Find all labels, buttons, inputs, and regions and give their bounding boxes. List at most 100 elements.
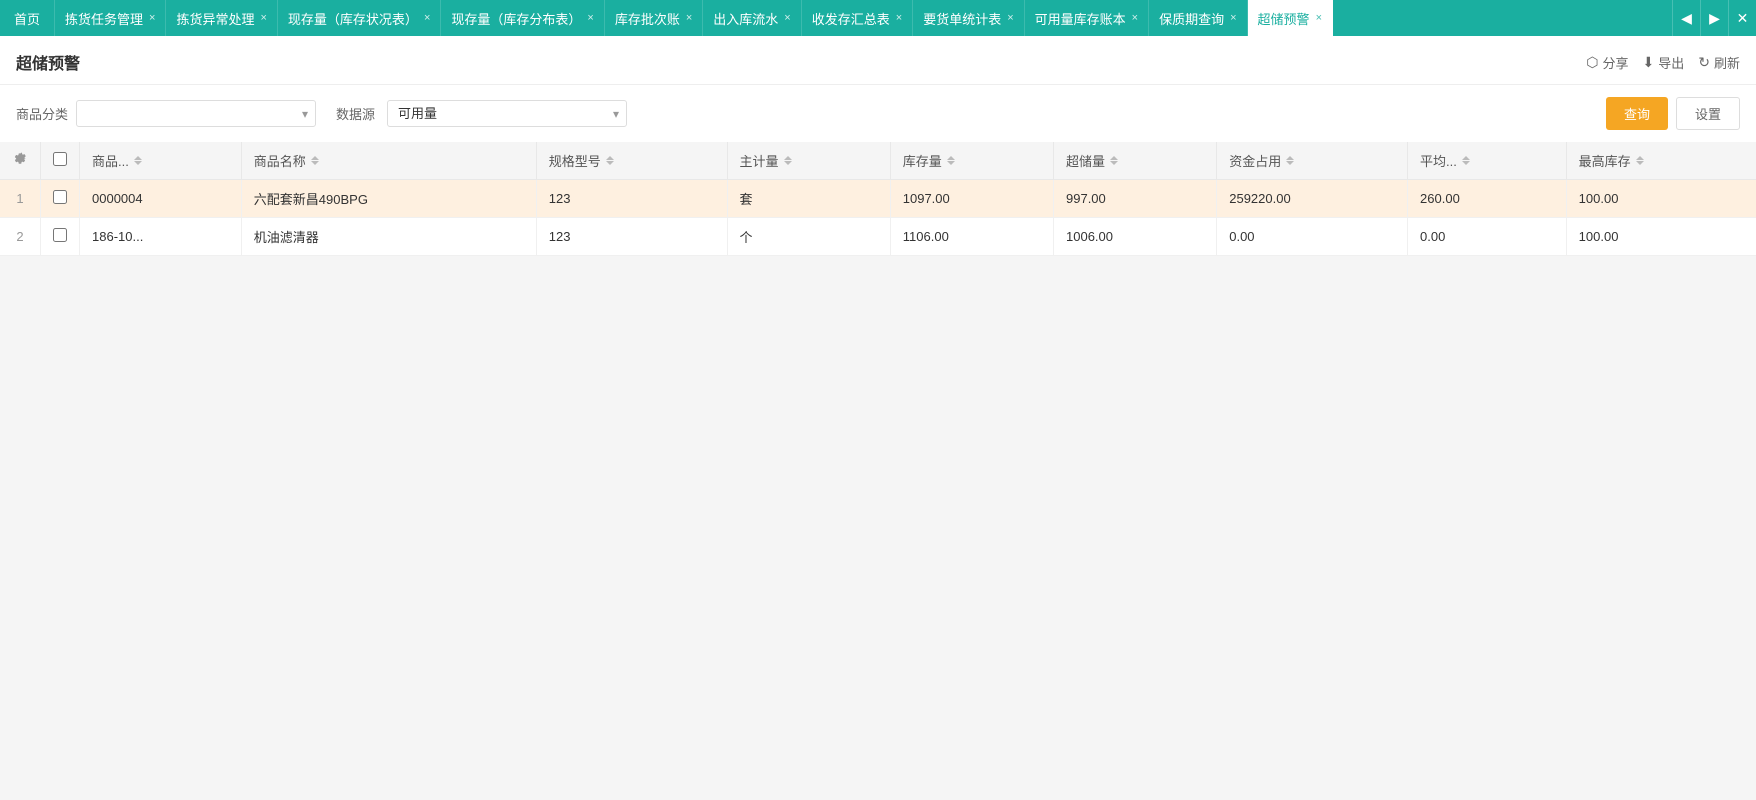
gear-column-icon[interactable] (12, 151, 28, 167)
col-unit[interactable]: 主计量 (727, 142, 890, 180)
sort-icon-code (134, 156, 142, 165)
header-actions: ⬡ 分享 ⬇ 导出 ↻ 刷新 (1586, 53, 1740, 72)
select-all-checkbox[interactable] (53, 152, 67, 166)
filter-row: 商品分类 数据源 可用量 库存量 查询 设置 (0, 85, 1756, 142)
row-capital: 0.00 (1217, 218, 1408, 256)
sort-icon-capital (1286, 156, 1294, 165)
row-num: 2 (0, 218, 41, 256)
sort-icon-stock (947, 156, 955, 165)
table-row: 2 186-10... 机油滤清器 123 个 1106.00 1006.00 … (0, 218, 1756, 256)
row-over-stock: 1006.00 (1054, 218, 1217, 256)
row-spec: 123 (536, 180, 727, 218)
row-stock: 1097.00 (890, 180, 1053, 218)
datasource-label: 数据源 (336, 104, 375, 123)
category-filter-group: 商品分类 (16, 100, 316, 127)
nav-item-stock-status[interactable]: 现存量（库存状况表） × (278, 0, 441, 36)
nav-item-batch[interactable]: 库存批次账 × (605, 0, 703, 36)
close-tab-3[interactable]: × (587, 12, 593, 24)
sort-icon-unit (784, 156, 792, 165)
row-avg: 0.00 (1408, 218, 1567, 256)
row-over-stock: 997.00 (1054, 180, 1217, 218)
row-product-code: 0000004 (80, 180, 242, 218)
col-avg[interactable]: 平均... (1408, 142, 1567, 180)
col-over-stock[interactable]: 超储量 (1054, 142, 1217, 180)
nav-item-overstock[interactable]: 超储预警 × (1248, 0, 1333, 36)
sort-icon-avg (1462, 156, 1470, 165)
nav-item-exception[interactable]: 拣货异常处理 × (166, 0, 277, 36)
close-tab-10[interactable]: × (1316, 12, 1322, 24)
datasource-filter-group: 数据源 可用量 库存量 (336, 100, 627, 127)
nav-arrows: ◀ ▶ ✕ (1672, 0, 1756, 36)
sort-icon-name (311, 156, 319, 165)
filter-actions: 查询 设置 (1606, 97, 1740, 130)
close-tab-6[interactable]: × (896, 12, 902, 24)
nav-home[interactable]: 首页 (0, 0, 55, 36)
row-product-code: 186-10... (80, 218, 242, 256)
nav-item-avail-stock[interactable]: 可用量库存账本 × (1025, 0, 1149, 36)
col-capital[interactable]: 资金占用 (1217, 142, 1408, 180)
close-tab-8[interactable]: × (1132, 12, 1138, 24)
row-max-stock: 100.00 (1566, 218, 1756, 256)
col-gear (0, 142, 41, 180)
row-stock: 1106.00 (890, 218, 1053, 256)
row-spec: 123 (536, 218, 727, 256)
row-checkbox[interactable] (53, 228, 67, 242)
share-icon: ⬡ (1586, 54, 1598, 71)
sort-icon-overstock (1110, 156, 1118, 165)
nav-item-order-stat[interactable]: 要货单统计表 × (913, 0, 1024, 36)
export-action[interactable]: ⬇ 导出 (1643, 53, 1685, 72)
refresh-action[interactable]: ↻ 刷新 (1698, 53, 1740, 72)
page-title: 超储预警 (16, 50, 80, 74)
row-checkbox[interactable] (53, 190, 67, 204)
close-tab-9[interactable]: × (1230, 12, 1236, 24)
datasource-select-wrapper: 可用量 库存量 (387, 100, 627, 127)
nav-item-task-mgmt[interactable]: 拣货任务管理 × (55, 0, 166, 36)
col-max-stock[interactable]: 最高库存 (1566, 142, 1756, 180)
category-select-wrapper (76, 100, 316, 127)
sort-icon-maxstock (1636, 156, 1644, 165)
nav-item-flow[interactable]: 出入库流水 × (703, 0, 801, 36)
category-label: 商品分类 (16, 104, 68, 123)
row-unit: 套 (727, 180, 890, 218)
datasource-select[interactable]: 可用量 库存量 (387, 100, 627, 127)
row-checkbox-cell[interactable] (41, 218, 80, 256)
share-action[interactable]: ⬡ 分享 (1586, 53, 1628, 72)
row-product-name: 六配套新昌490BPG (241, 180, 536, 218)
close-tab-4[interactable]: × (686, 12, 692, 24)
close-tab-1[interactable]: × (260, 12, 266, 24)
close-tab-2[interactable]: × (424, 12, 430, 24)
col-spec[interactable]: 规格型号 (536, 142, 727, 180)
refresh-icon: ↻ (1698, 54, 1710, 71)
col-product-name[interactable]: 商品名称 (241, 142, 536, 180)
row-max-stock: 100.00 (1566, 180, 1756, 218)
col-stock[interactable]: 库存量 (890, 142, 1053, 180)
export-icon: ⬇ (1643, 54, 1655, 71)
table-body: 1 0000004 六配套新昌490BPG 123 套 1097.00 997.… (0, 180, 1756, 256)
close-tab-0[interactable]: × (149, 12, 155, 24)
close-tab-7[interactable]: × (1007, 12, 1013, 24)
col-product-code[interactable]: 商品... (80, 142, 242, 180)
close-tab-5[interactable]: × (784, 12, 790, 24)
row-avg: 260.00 (1408, 180, 1567, 218)
page-container: 超储预警 ⬡ 分享 ⬇ 导出 ↻ 刷新 商品分类 (0, 36, 1756, 256)
sort-icon-spec (606, 156, 614, 165)
nav-item-expiry[interactable]: 保质期查询 × (1149, 0, 1247, 36)
row-product-name: 机油滤清器 (241, 218, 536, 256)
nav-item-summary[interactable]: 收发存汇总表 × (802, 0, 913, 36)
table-row: 1 0000004 六配套新昌490BPG 123 套 1097.00 997.… (0, 180, 1756, 218)
settings-button[interactable]: 设置 (1676, 97, 1740, 130)
row-unit: 个 (727, 218, 890, 256)
row-num: 1 (0, 180, 41, 218)
table-header-row: 商品... 商品名称 规格型号 (0, 142, 1756, 180)
nav-prev-btn[interactable]: ◀ (1672, 0, 1700, 36)
nav-close-btn[interactable]: ✕ (1728, 0, 1756, 36)
query-button[interactable]: 查询 (1606, 97, 1668, 130)
row-capital: 259220.00 (1217, 180, 1408, 218)
row-checkbox-cell[interactable] (41, 180, 80, 218)
nav-next-btn[interactable]: ▶ (1700, 0, 1728, 36)
data-table: 商品... 商品名称 规格型号 (0, 142, 1756, 256)
col-checkbox-header[interactable] (41, 142, 80, 180)
category-select[interactable] (76, 100, 316, 127)
top-nav: 首页 拣货任务管理 × 拣货异常处理 × 现存量（库存状况表） × 现存量（库存… (0, 0, 1756, 36)
nav-item-stock-dist[interactable]: 现存量（库存分布表） × (441, 0, 604, 36)
